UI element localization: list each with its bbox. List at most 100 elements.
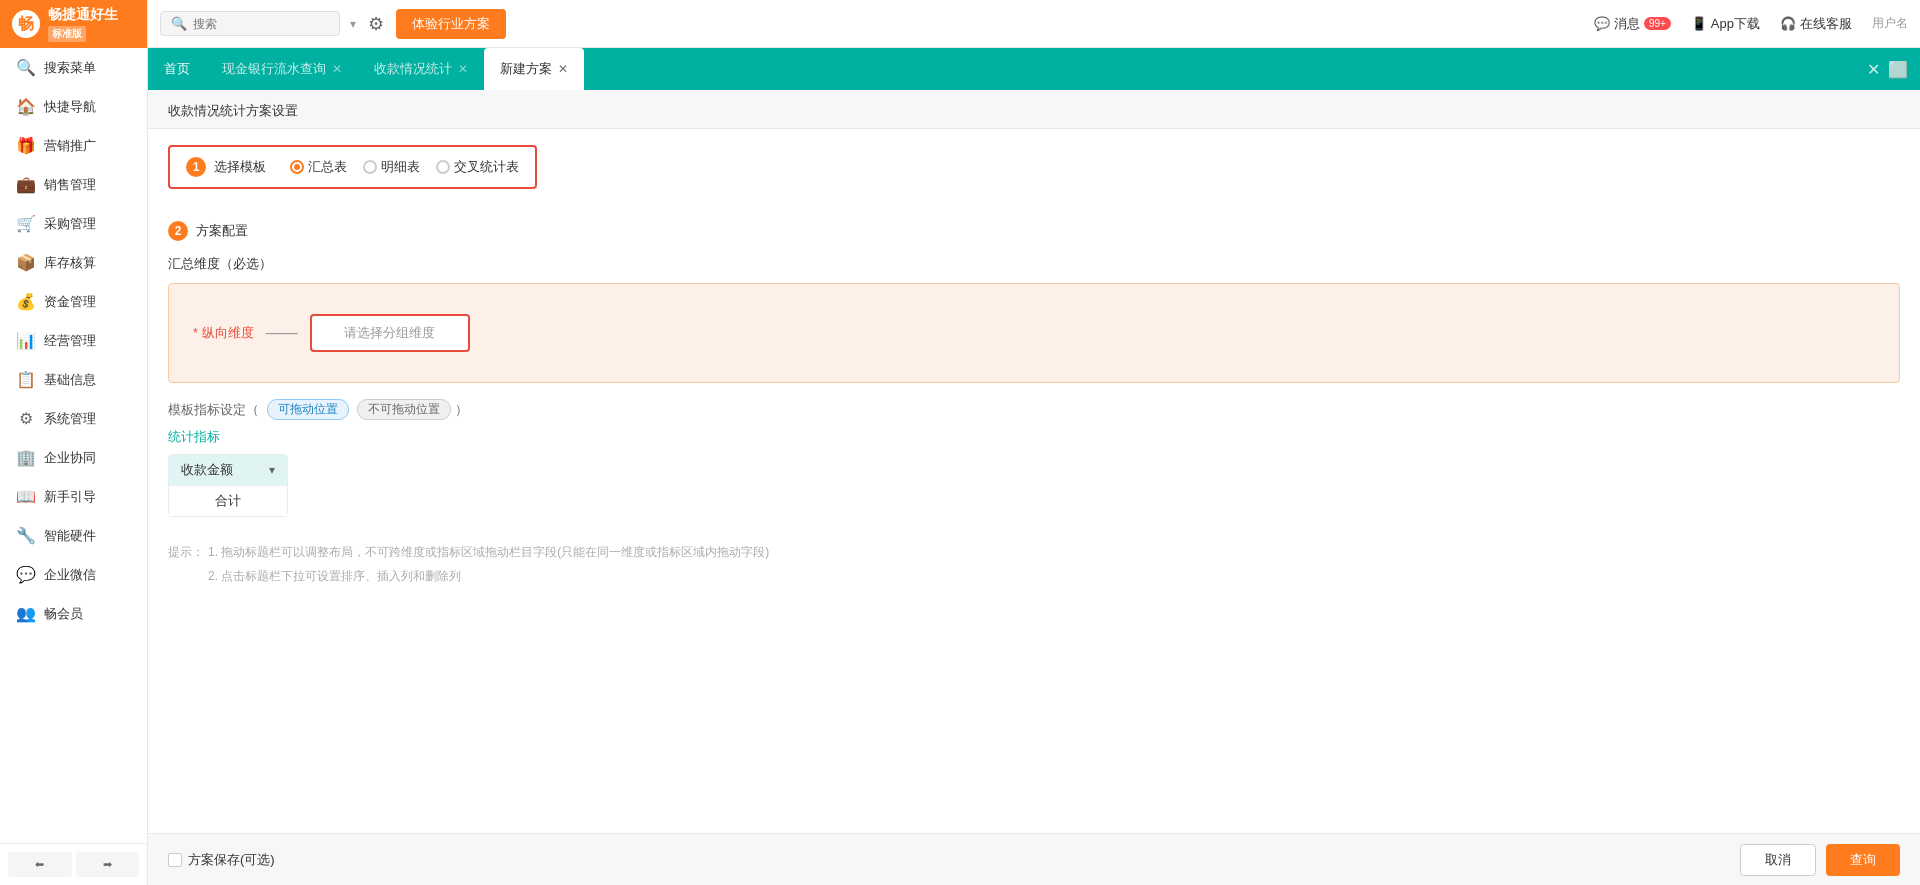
sidebar-bottom-btn-left[interactable]: ⬅ [8, 852, 72, 877]
tab-home[interactable]: 首页 [148, 48, 206, 90]
sidebar-item-label: 采购管理 [44, 215, 96, 233]
close-window-icon[interactable]: ✕ [1867, 60, 1880, 79]
indicator-hint-box: 可拖动位置 不可拖动位置 ） [267, 399, 468, 420]
sidebar-item-quick-nav[interactable]: 🏠 快捷导航 [0, 87, 147, 126]
message-label: 消息 [1614, 15, 1640, 33]
step2-section: 2 方案配置 汇总维度（必选） * 纵向维度 —— 请选择分组维度 [168, 221, 1900, 588]
save-label: 方案保存(可选) [188, 851, 275, 869]
sidebar-item-purchase[interactable]: 🛒 采购管理 [0, 204, 147, 243]
topbar-right: 💬 消息 99+ 📱 App下载 🎧 在线客服 用户名 [1594, 15, 1908, 33]
step1-num: 1 [186, 157, 206, 177]
radio-cross[interactable]: 交叉统计表 [436, 158, 519, 176]
building-icon: 🏢 [16, 448, 36, 467]
page-body: 1 选择模板 汇总表 明细表 [148, 129, 1920, 620]
chevron-down-icon[interactable]: ▾ [350, 17, 356, 31]
book-icon: 📖 [16, 487, 36, 506]
sidebar-item-smart-hardware[interactable]: 🔧 智能硬件 [0, 516, 147, 555]
app-download-button[interactable]: 📱 App下载 [1691, 15, 1760, 33]
tabbar-actions: ✕ ⬜ [1867, 60, 1920, 79]
radio-detail-label: 明细表 [381, 158, 420, 176]
sidebar-item-search-menu[interactable]: 🔍 搜索菜单 [0, 48, 147, 87]
sidebar-item-label: 库存核算 [44, 254, 96, 272]
arrow-icon: —— [266, 324, 298, 342]
draggable-hint: 可拖动位置 [267, 399, 349, 420]
sidebar-item-basic-info[interactable]: 📋 基础信息 [0, 360, 147, 399]
tip1: 提示： 1. 拖动标题栏可以调整布局，不可跨维度或指标区域拖动栏目字段(只能在同… [168, 540, 1900, 564]
sidebar-item-sales[interactable]: 💼 销售管理 [0, 165, 147, 204]
gift-icon: 🎁 [16, 136, 36, 155]
tip2: 提示： 2. 点击标题栏下拉可设置排序、插入列和删除列 [168, 564, 1900, 588]
sidebar-item-system[interactable]: ⚙ 系统管理 [0, 399, 147, 438]
cart-icon: 🛒 [16, 214, 36, 233]
step1-label: 1 选择模板 [186, 157, 266, 177]
indicator-header: 模板指标设定（ 可拖动位置 不可拖动位置 ） [168, 399, 1900, 420]
stat-table-header[interactable]: 收款金额 ▾ [169, 455, 287, 485]
search-icon: 🔍 [16, 58, 36, 77]
save-checkbox[interactable] [168, 853, 182, 867]
download-label: App下载 [1711, 15, 1760, 33]
sidebar-bottom-btn-right[interactable]: ➡ [76, 852, 140, 877]
tab-new-plan[interactable]: 新建方案 ✕ [484, 48, 584, 90]
sidebar-item-label: 营销推广 [44, 137, 96, 155]
page-header: 收款情况统计方案设置 [148, 90, 1920, 129]
logo-text: 畅捷通好生 标准版 [48, 6, 118, 42]
sidebar-item-marketing[interactable]: 🎁 营销推广 [0, 126, 147, 165]
message-button[interactable]: 💬 消息 99+ [1594, 15, 1671, 33]
maximize-icon[interactable]: ⬜ [1888, 60, 1908, 79]
settings-icon[interactable]: ⚙ [368, 13, 384, 35]
radio-cross-label: 交叉统计表 [454, 158, 519, 176]
sidebar-item-management[interactable]: 📊 经营管理 [0, 321, 147, 360]
home-icon: 🏠 [16, 97, 36, 116]
vertical-dimension-label: * 纵向维度 [193, 324, 254, 342]
sidebar-item-enterprise[interactable]: 🏢 企业协同 [0, 438, 147, 477]
tab-home-label: 首页 [164, 60, 190, 78]
dimension-row: * 纵向维度 —— 请选择分组维度 [193, 314, 470, 352]
radio-detail[interactable]: 明细表 [363, 158, 420, 176]
message-badge: 99+ [1644, 17, 1671, 30]
chart-icon: 📊 [16, 331, 36, 350]
sidebar-item-wechat[interactable]: 💬 企业微信 [0, 555, 147, 594]
search-icon: 🔍 [171, 16, 187, 31]
radio-detail-circle [363, 160, 377, 174]
stat-table: 收款金额 ▾ 合计 [168, 454, 288, 517]
radio-summary-label: 汇总表 [308, 158, 347, 176]
template-radio-group: 汇总表 明细表 交叉统计表 [290, 158, 519, 176]
tab-receipts[interactable]: 收款情况统计 ✕ [358, 48, 484, 90]
tab-receipts-close-icon[interactable]: ✕ [458, 62, 468, 76]
page-title: 收款情况统计方案设置 [168, 103, 298, 118]
stat-column-header: 收款金额 [181, 461, 233, 479]
radio-summary[interactable]: 汇总表 [290, 158, 347, 176]
sidebar-item-capital[interactable]: 💰 资金管理 [0, 282, 147, 321]
online-service-button[interactable]: 🎧 在线客服 [1780, 15, 1852, 33]
hardware-icon: 🔧 [16, 526, 36, 545]
sidebar-item-label: 搜索菜单 [44, 59, 96, 77]
search-input[interactable] [193, 17, 323, 31]
cancel-button[interactable]: 取消 [1740, 844, 1816, 876]
sidebar-item-guide[interactable]: 📖 新手引导 [0, 477, 147, 516]
step2-label: 2 方案配置 [168, 221, 1900, 241]
tab-bank-close-icon[interactable]: ✕ [332, 62, 342, 76]
sidebar: 畅 畅捷通好生 标准版 🔍 搜索菜单 🏠 快捷导航 🎁 营销推广 💼 销售管理 … [0, 0, 148, 885]
dimension-section-title: 汇总维度（必选） [168, 255, 1900, 273]
query-button[interactable]: 查询 [1826, 844, 1900, 876]
download-icon: 📱 [1691, 16, 1707, 31]
dimension-box: * 纵向维度 —— 请选择分组维度 [168, 283, 1900, 383]
indicator-section: 模板指标设定（ 可拖动位置 不可拖动位置 ） 统计指标 收款金额 [168, 399, 1900, 588]
industry-button[interactable]: 体验行业方案 [396, 9, 506, 39]
tab-bank-label: 现金银行流水查询 [222, 60, 326, 78]
sidebar-item-member[interactable]: 👥 畅会员 [0, 594, 147, 633]
radio-summary-circle [290, 160, 304, 174]
tab-new-plan-label: 新建方案 [500, 60, 552, 78]
radio-cross-circle [436, 160, 450, 174]
topbar: 🔍 ▾ ⚙ 体验行业方案 💬 消息 99+ 📱 App下载 🎧 在线客服 用户名 [148, 0, 1920, 48]
sidebar-item-label: 新手引导 [44, 488, 96, 506]
main-content: 🔍 ▾ ⚙ 体验行业方案 💬 消息 99+ 📱 App下载 🎧 在线客服 用户名 [148, 0, 1920, 885]
chevron-down-icon[interactable]: ▾ [269, 463, 275, 477]
sidebar-item-inventory[interactable]: 📦 库存核算 [0, 243, 147, 282]
tab-bank[interactable]: 现金银行流水查询 ✕ [206, 48, 358, 90]
tab-new-plan-close-icon[interactable]: ✕ [558, 62, 568, 76]
service-icon: 🎧 [1780, 16, 1796, 31]
step1-row: 1 选择模板 汇总表 明细表 [168, 145, 537, 189]
dimension-select-button[interactable]: 请选择分组维度 [310, 314, 470, 352]
indicator-title: 模板指标设定（ [168, 401, 259, 419]
